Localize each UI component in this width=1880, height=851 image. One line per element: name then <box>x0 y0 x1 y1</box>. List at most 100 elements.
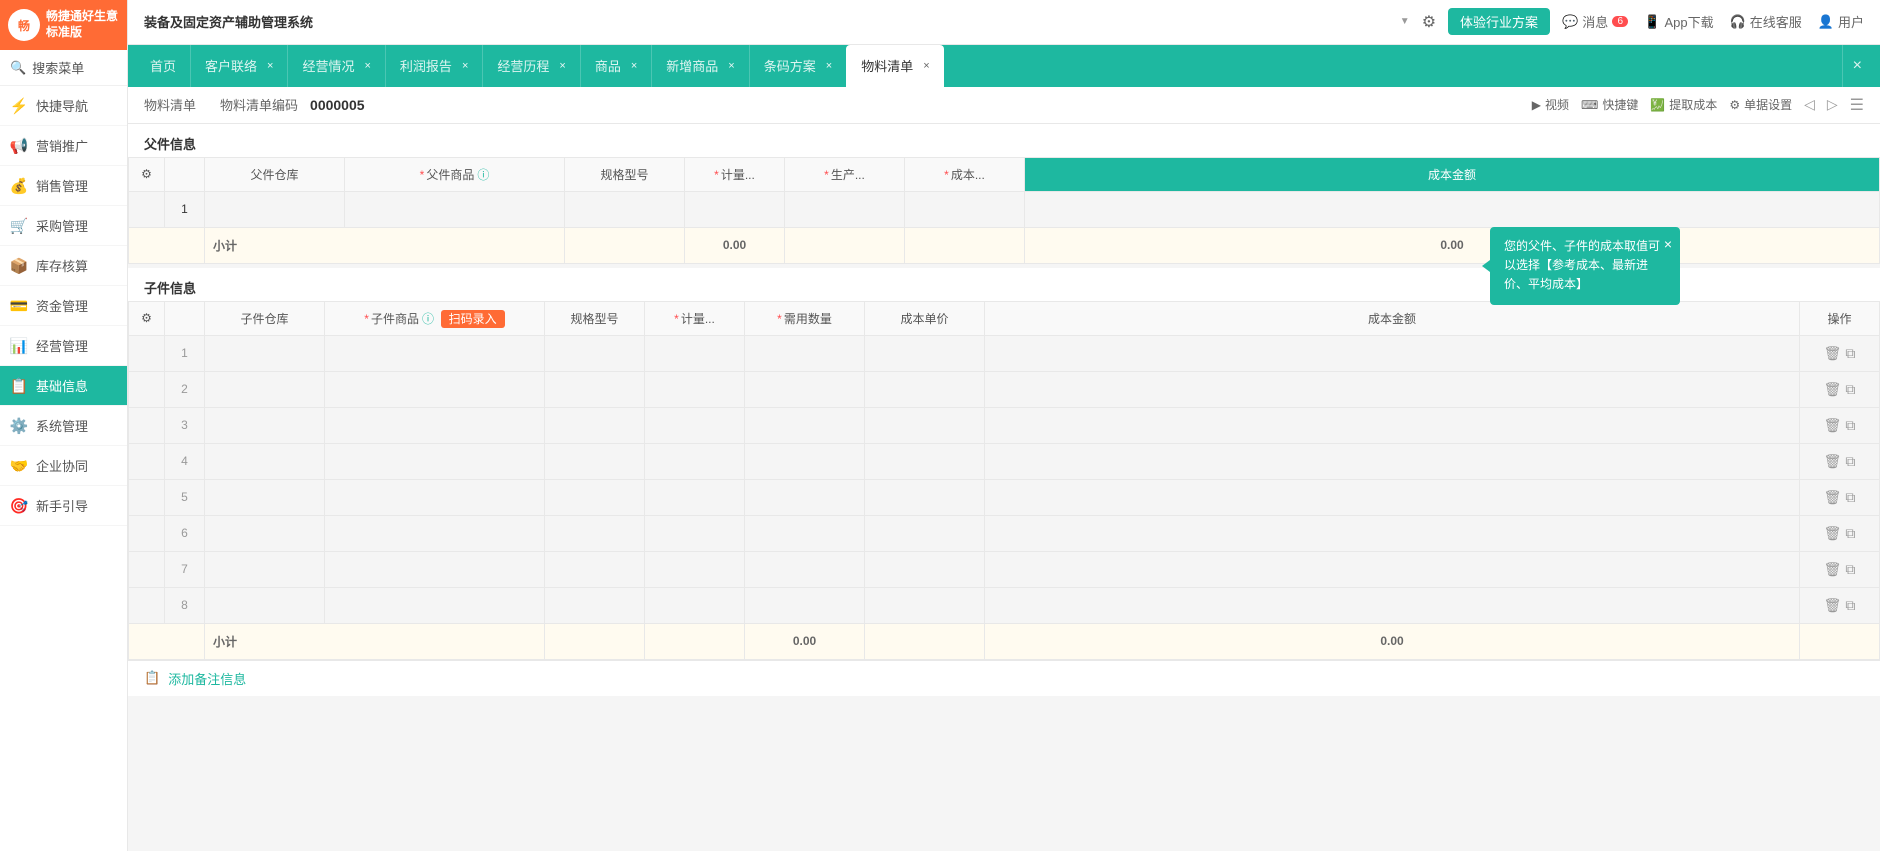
child-row3-unit[interactable] <box>645 407 745 443</box>
tab-new-product-close[interactable]: × <box>728 60 734 72</box>
sidebar-search[interactable]: 🔍 搜索菜单 <box>0 50 127 86</box>
tab-products-close[interactable]: × <box>631 60 637 72</box>
child-row1-qty[interactable] <box>745 335 865 371</box>
child-row7-unit[interactable] <box>645 551 745 587</box>
child-row8-warehouse[interactable] <box>205 587 325 623</box>
sidebar-item-purchase[interactable]: 🛒 采购管理 <box>0 206 127 246</box>
child-row2-cost-amount[interactable] <box>985 371 1800 407</box>
sidebar-item-system[interactable]: ⚙️ 系统管理 <box>0 406 127 446</box>
child-row5-qty[interactable] <box>745 479 865 515</box>
child-row2-product[interactable] <box>325 371 545 407</box>
child-row3-delete-icon[interactable]: 🗑 <box>1824 417 1842 434</box>
child-row4-product[interactable] <box>325 443 545 479</box>
trial-button[interactable]: 体验行业方案 <box>1448 8 1550 35</box>
tab-profit-report[interactable]: 利润报告 × <box>385 45 482 87</box>
child-row4-delete-icon[interactable]: 🗑 <box>1824 453 1842 470</box>
toolbar-next[interactable]: ▷ <box>1827 96 1838 113</box>
child-row8-delete-icon[interactable]: 🗑 <box>1824 597 1842 614</box>
child-row1-warehouse[interactable] <box>205 335 325 371</box>
child-row5-spec[interactable] <box>545 479 645 515</box>
child-row7-delete-icon[interactable]: 🗑 <box>1824 561 1842 578</box>
child-row6-spec[interactable] <box>545 515 645 551</box>
tab-biz-history-close[interactable]: × <box>559 60 565 72</box>
child-row8-qty[interactable] <box>745 587 865 623</box>
child-row6-cost-amount[interactable] <box>985 515 1800 551</box>
child-row8-spec[interactable] <box>545 587 645 623</box>
child-row2-copy-icon[interactable]: ⧉ <box>1845 381 1855 398</box>
child-row5-delete-icon[interactable]: 🗑 <box>1824 489 1842 506</box>
toolbar-single-setting[interactable]: ⚙ 单据设置 <box>1729 96 1792 113</box>
toolbar-menu[interactable]: ☰ <box>1850 95 1864 115</box>
child-row6-unit[interactable] <box>645 515 745 551</box>
scan-button[interactable]: 扫码录入 <box>441 310 505 328</box>
child-row4-spec[interactable] <box>545 443 645 479</box>
sidebar-item-operations[interactable]: 📊 经营管理 <box>0 326 127 366</box>
tab-products[interactable]: 商品 × <box>580 45 651 87</box>
child-row3-product[interactable] <box>325 407 545 443</box>
child-row2-unit-cost[interactable] <box>865 371 985 407</box>
parent-row1-unit[interactable] <box>685 191 785 227</box>
child-row4-cost-amount[interactable] <box>985 443 1800 479</box>
child-row2-delete-icon[interactable]: 🗑 <box>1824 381 1842 398</box>
toolbar-extract-cost[interactable]: 💹 提取成本 <box>1650 96 1717 113</box>
child-row8-unit[interactable] <box>645 587 745 623</box>
child-row6-warehouse[interactable] <box>205 515 325 551</box>
parent-row1-cost-amount[interactable] <box>1025 191 1880 227</box>
child-row5-cost-amount[interactable] <box>985 479 1800 515</box>
child-row6-unit-cost[interactable] <box>865 515 985 551</box>
sidebar-item-inventory[interactable]: 📦 库存核算 <box>0 246 127 286</box>
child-row2-unit[interactable] <box>645 371 745 407</box>
tab-operations-status[interactable]: 经营情况 × <box>287 45 384 87</box>
child-row7-qty[interactable] <box>745 551 865 587</box>
child-row4-warehouse[interactable] <box>205 443 325 479</box>
child-row1-spec[interactable] <box>545 335 645 371</box>
child-row5-warehouse[interactable] <box>205 479 325 515</box>
child-row5-product[interactable] <box>325 479 545 515</box>
child-row4-qty[interactable] <box>745 443 865 479</box>
child-row8-unit-cost[interactable] <box>865 587 985 623</box>
child-row3-copy-icon[interactable]: ⧉ <box>1845 417 1855 434</box>
child-row6-qty[interactable] <box>745 515 865 551</box>
child-row8-cost-amount[interactable] <box>985 587 1800 623</box>
toolbar-prev[interactable]: ◁ <box>1804 96 1815 113</box>
message-button[interactable]: 💬 消息 6 <box>1562 12 1628 31</box>
tab-new-product[interactable]: 新增商品 × <box>651 45 748 87</box>
child-row2-warehouse[interactable] <box>205 371 325 407</box>
toolbar-shortcut[interactable]: ⌨ 快捷键 <box>1581 96 1638 113</box>
child-row4-unit[interactable] <box>645 443 745 479</box>
child-row7-copy-icon[interactable]: ⧉ <box>1845 561 1855 578</box>
sidebar-item-enterprise[interactable]: 🤝 企业协同 <box>0 446 127 486</box>
sidebar-item-marketing[interactable]: 📢 营销推广 <box>0 126 127 166</box>
child-row5-unit[interactable] <box>645 479 745 515</box>
child-row1-unit[interactable] <box>645 335 745 371</box>
child-row3-qty[interactable] <box>745 407 865 443</box>
tab-customers[interactable]: 客户联络 × <box>190 45 287 87</box>
child-row3-spec[interactable] <box>545 407 645 443</box>
child-row1-cost-amount[interactable] <box>985 335 1800 371</box>
child-row7-warehouse[interactable] <box>205 551 325 587</box>
child-row3-unit-cost[interactable] <box>865 407 985 443</box>
child-row3-cost-amount[interactable] <box>985 407 1800 443</box>
parent-row1-cost[interactable] <box>905 191 1025 227</box>
child-product-info-icon[interactable]: ⓘ <box>422 312 434 326</box>
online-service-button[interactable]: 🎧 在线客服 <box>1730 12 1802 31</box>
sidebar-item-sales[interactable]: 💰 销售管理 <box>0 166 127 206</box>
child-row6-delete-icon[interactable]: 🗑 <box>1824 525 1842 542</box>
tab-operations-status-close[interactable]: × <box>364 60 370 72</box>
app-download-button[interactable]: 📱 App下载 <box>1644 12 1713 31</box>
user-button[interactable]: 👤 用户 <box>1818 12 1864 31</box>
system-dropdown-arrow[interactable]: ▼ <box>1400 16 1410 27</box>
parent-product-info-icon[interactable]: ⓘ <box>477 168 489 182</box>
child-row1-product[interactable] <box>325 335 545 371</box>
child-row1-delete-icon[interactable]: 🗑 <box>1824 345 1842 362</box>
child-row7-cost-amount[interactable] <box>985 551 1800 587</box>
tab-bom-close[interactable]: × <box>923 60 929 72</box>
child-row3-warehouse[interactable] <box>205 407 325 443</box>
bottom-bar-label[interactable]: 添加备注信息 <box>168 669 246 688</box>
child-row1-unit-cost[interactable] <box>865 335 985 371</box>
tooltip-close-button[interactable]: × <box>1664 233 1672 255</box>
tab-close-all[interactable]: × <box>1842 45 1872 87</box>
child-row1-copy-icon[interactable]: ⧉ <box>1845 345 1855 362</box>
parent-row1-product[interactable] <box>345 191 565 227</box>
breadcrumb-home[interactable]: 物料清单 <box>144 95 196 114</box>
